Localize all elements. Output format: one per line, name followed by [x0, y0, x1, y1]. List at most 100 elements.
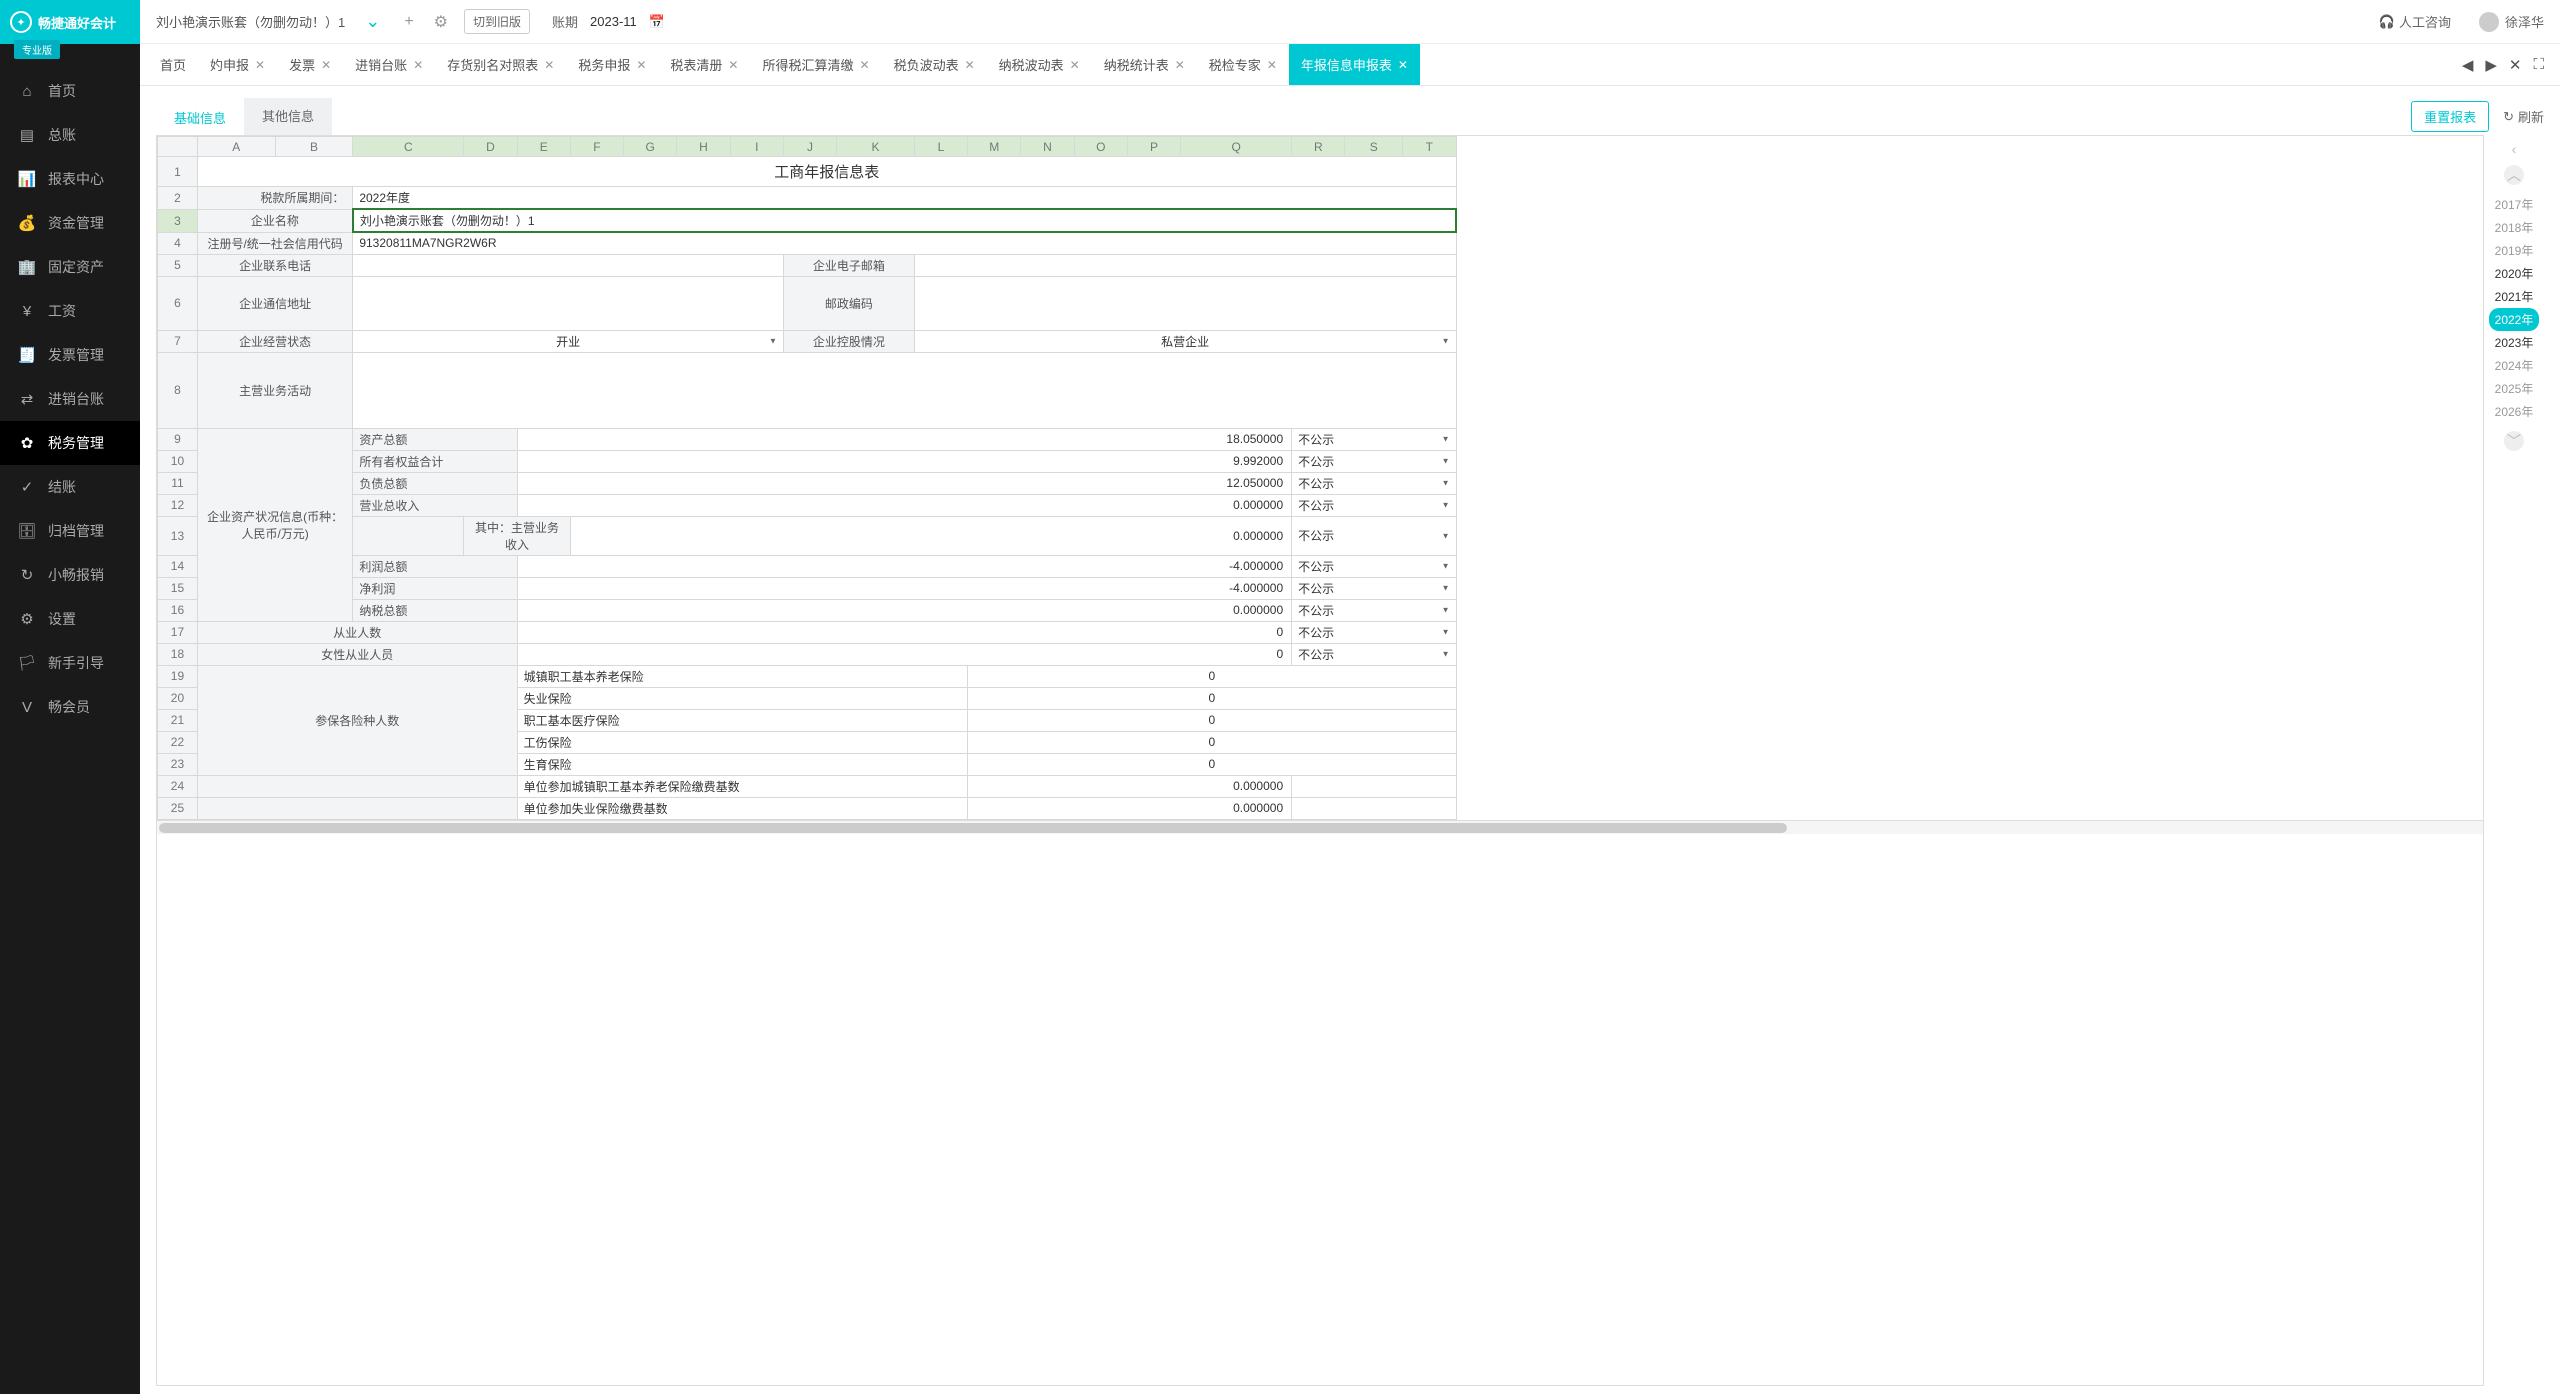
close-icon[interactable]: ✕ [321, 58, 331, 72]
sidebar-item-4[interactable]: 🏢固定资产 [0, 245, 140, 289]
period-value-cell[interactable]: 2022年度 [353, 187, 1456, 210]
fin-value[interactable]: -4.000000 [517, 577, 1292, 599]
fin-pub[interactable]: 不公示 [1292, 494, 1456, 516]
tab-6[interactable]: 税表清册✕ [658, 44, 750, 85]
tab-0[interactable]: 首页 [148, 44, 198, 85]
row-header[interactable]: 10 [158, 450, 198, 472]
sidebar-item-7[interactable]: ⇄进销台账 [0, 377, 140, 421]
row-header[interactable]: 21 [158, 709, 198, 731]
horizontal-scrollbar[interactable] [157, 820, 2483, 834]
female-value[interactable]: 0 [517, 643, 1292, 665]
fin-value[interactable]: 0.000000 [517, 599, 1292, 621]
col-header[interactable]: H [677, 137, 730, 157]
ins-value[interactable]: 0 [968, 753, 1456, 775]
sidebar-item-12[interactable]: ⚙设置 [0, 597, 140, 641]
subtab-0[interactable]: 基础信息 [156, 98, 244, 135]
row-header[interactable]: 16 [158, 599, 198, 621]
year-up-icon[interactable]: ︿ [2504, 165, 2524, 185]
col-header[interactable]: N [1021, 137, 1074, 157]
col-header[interactable]: B [275, 137, 353, 157]
ins-value[interactable]: 0 [968, 709, 1456, 731]
row-header[interactable]: 15 [158, 577, 198, 599]
tab-8[interactable]: 税负波动表✕ [882, 44, 987, 85]
sidebar-item-11[interactable]: ↻小畅报销 [0, 553, 140, 597]
tab-1[interactable]: 妁申报✕ [198, 44, 277, 85]
row-header[interactable]: 24 [158, 775, 198, 797]
row-header[interactable]: 14 [158, 555, 198, 577]
row-header[interactable]: 6 [158, 276, 198, 330]
col-header[interactable]: R [1292, 137, 1345, 157]
support-link[interactable]: 🎧 人工咨询 [2379, 12, 2451, 31]
year-option[interactable]: 2023年 [2489, 331, 2540, 354]
tab-2[interactable]: 发票✕ [277, 44, 343, 85]
row-header[interactable]: 7 [158, 330, 198, 352]
fin-value[interactable]: 18.050000 [517, 428, 1292, 450]
close-icon[interactable]: ✕ [544, 58, 554, 72]
period-value[interactable]: 2023-11 [590, 14, 637, 29]
year-down-icon[interactable]: ﹀ [2504, 431, 2524, 451]
close-icon[interactable]: ✕ [636, 58, 646, 72]
year-option[interactable]: 2025年 [2489, 377, 2540, 400]
status-value[interactable]: 开业 [353, 330, 784, 352]
gear-icon[interactable]: ⚙ [430, 12, 452, 32]
fin-pub[interactable]: 不公示 [1292, 472, 1456, 494]
sidebar-item-14[interactable]: V畅会员 [0, 685, 140, 729]
col-header[interactable]: S [1345, 137, 1403, 157]
tab-12[interactable]: 年报信息申报表✕ [1289, 44, 1420, 85]
old-version-button[interactable]: 切到旧版 [464, 9, 530, 34]
account-selector[interactable]: 刘小艳演示账套（勿删勿动！）1 [156, 12, 345, 31]
tab-4[interactable]: 存货别名对照表✕ [435, 44, 566, 85]
tab-prev-icon[interactable]: ◀ [2462, 56, 2474, 74]
fin-pub[interactable]: 不公示 [1292, 577, 1456, 599]
sidebar-item-8[interactable]: ✿税务管理 [0, 421, 140, 465]
fin-pub[interactable]: 不公示 [1292, 516, 1456, 555]
year-option[interactable]: 2022年 [2489, 308, 2540, 331]
reset-button[interactable]: 重置报表 [2411, 101, 2489, 132]
col-header[interactable]: E [517, 137, 570, 157]
sidebar-item-13[interactable]: 🏳新手引导 [0, 641, 140, 685]
refresh-button[interactable]: ↻ 刷新 [2503, 107, 2544, 126]
tab-next-icon[interactable]: ▶ [2485, 56, 2497, 74]
year-option[interactable]: 2024年 [2489, 354, 2540, 377]
col-header[interactable]: O [1074, 137, 1127, 157]
tab-11[interactable]: 税检专家✕ [1197, 44, 1289, 85]
chevron-down-icon[interactable]: ⌄ [357, 11, 388, 32]
base-pub[interactable] [1292, 775, 1456, 797]
row-header[interactable]: 2 [158, 187, 198, 210]
add-icon[interactable]: + [400, 13, 417, 31]
ins-value[interactable]: 0 [968, 665, 1456, 687]
year-option[interactable]: 2019年 [2489, 239, 2540, 262]
row-header[interactable]: 13 [158, 516, 198, 555]
row-header[interactable]: 9 [158, 428, 198, 450]
company-value-cell[interactable]: 刘小艳演示账套（勿删勿动！）1 [353, 209, 1456, 232]
female-pub[interactable]: 不公示 [1292, 643, 1456, 665]
close-icon[interactable]: ✕ [1398, 58, 1408, 72]
sheet-scroll[interactable]: ABCDEFGHIJKLMNOPQRST 1工商年报信息表2税款所属期间：202… [156, 135, 2484, 1386]
col-header[interactable]: D [464, 137, 517, 157]
emp-pub[interactable]: 不公示 [1292, 621, 1456, 643]
base-value[interactable]: 0.000000 [968, 775, 1292, 797]
year-option[interactable]: 2020年 [2489, 262, 2540, 285]
year-collapse-icon[interactable]: ‹ [2512, 141, 2517, 157]
col-header[interactable]: Q [1181, 137, 1292, 157]
fin-pub[interactable]: 不公示 [1292, 599, 1456, 621]
col-header[interactable]: K [837, 137, 915, 157]
close-icon[interactable]: ✕ [965, 58, 975, 72]
fullscreen-icon[interactable]: ⛶ [2533, 56, 2544, 74]
col-header[interactable]: L [914, 137, 967, 157]
year-option[interactable]: 2017年 [2489, 193, 2540, 216]
col-header[interactable]: J [783, 137, 836, 157]
user-menu[interactable]: 徐泽华 [2479, 12, 2544, 32]
row-header[interactable]: 1 [158, 157, 198, 187]
tab-5[interactable]: 税务申报✕ [566, 44, 658, 85]
sidebar-item-10[interactable]: 🗄归档管理 [0, 509, 140, 553]
close-icon[interactable]: ✕ [1175, 58, 1185, 72]
tab-7[interactable]: 所得税汇算清缴✕ [750, 44, 881, 85]
base-value[interactable]: 0.000000 [968, 797, 1292, 819]
year-option[interactable]: 2018年 [2489, 216, 2540, 239]
sidebar-item-0[interactable]: ⌂首页 [0, 69, 140, 113]
close-icon[interactable]: ✕ [1070, 58, 1080, 72]
fin-value[interactable]: -4.000000 [517, 555, 1292, 577]
email-value[interactable] [914, 254, 1456, 276]
row-header[interactable]: 25 [158, 797, 198, 819]
